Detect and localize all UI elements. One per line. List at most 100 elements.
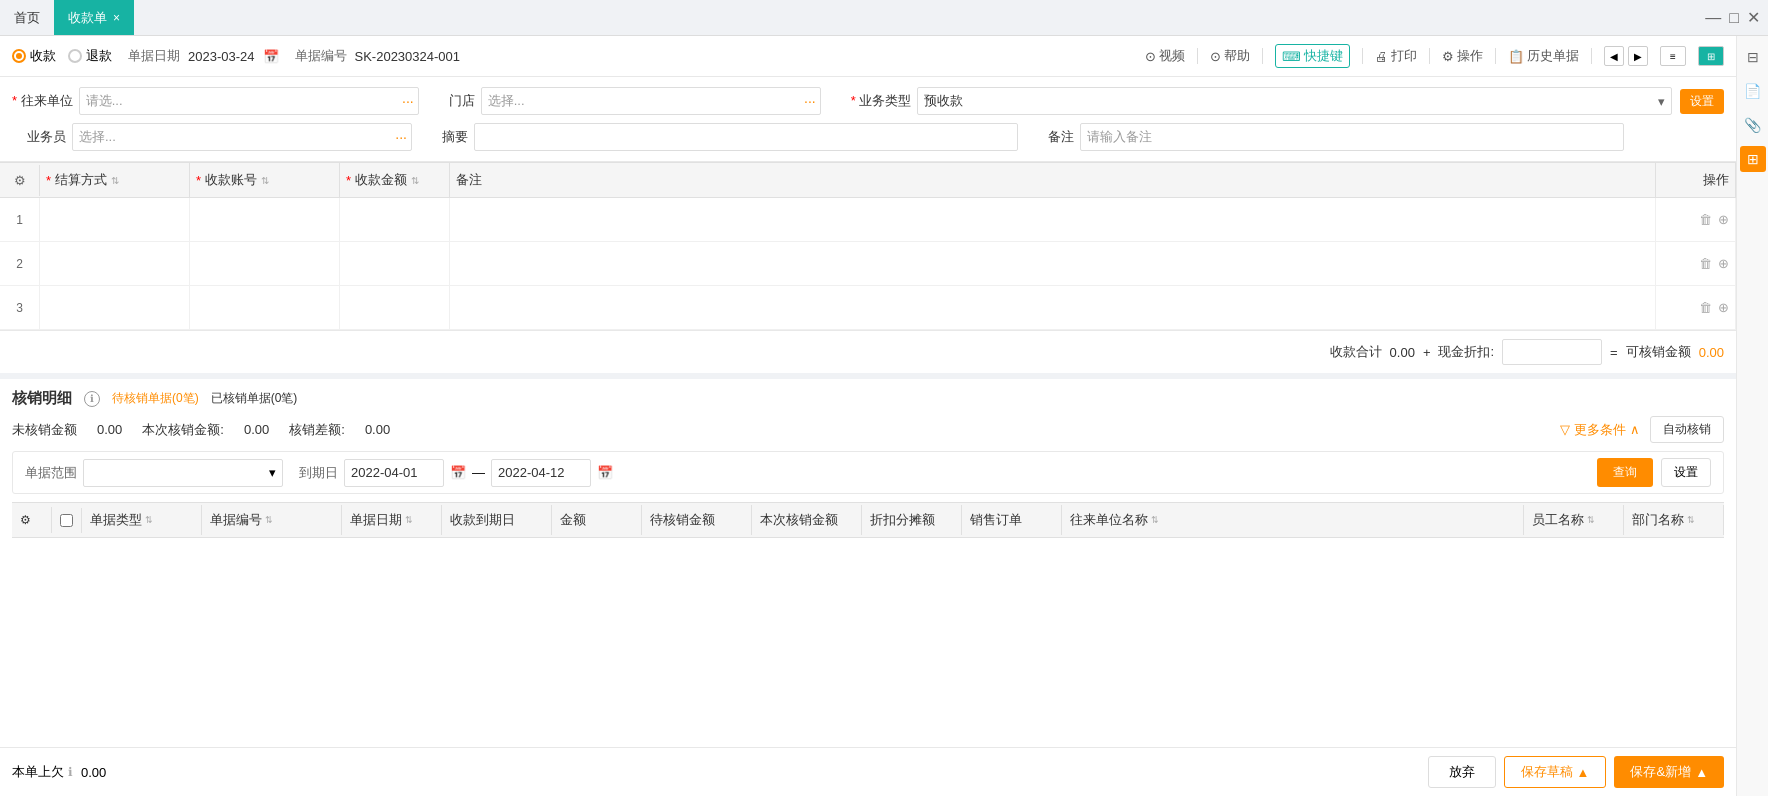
tab-home[interactable]: 首页 xyxy=(0,0,54,35)
maximize-button[interactable]: □ xyxy=(1729,9,1739,27)
divider-3 xyxy=(1362,48,1363,64)
current-verify-label: 本次核销金额: xyxy=(142,421,224,439)
per-bill-info-icon[interactable]: ℹ xyxy=(68,765,73,779)
range-dropdown-icon: ▾ xyxy=(269,465,276,480)
nav-prev-btn[interactable]: ◀ xyxy=(1604,46,1624,66)
print-btn[interactable]: 🖨 打印 xyxy=(1375,47,1417,65)
summary-input[interactable] xyxy=(474,123,1018,151)
sidebar-table-icon[interactable]: ⊟ xyxy=(1740,44,1766,70)
list-view-btn[interactable]: ≡ xyxy=(1660,46,1686,66)
verify-done-tab[interactable]: 已核销单据(0笔) xyxy=(211,390,298,407)
row-2-copy-icon[interactable]: ⊕ xyxy=(1718,256,1729,271)
table-settings-icon[interactable]: ⚙ xyxy=(0,165,40,196)
date-to-input[interactable]: 2022-04-12 xyxy=(491,459,591,487)
row-1-delete-icon[interactable]: 🗑 xyxy=(1699,212,1712,227)
bth-due-date: 收款到期日 xyxy=(442,505,552,535)
due-date-label: 到期日 xyxy=(299,464,338,482)
doc-num-value: SK-20230324-001 xyxy=(355,49,461,64)
form-settings-btn[interactable]: 设置 xyxy=(1680,89,1724,114)
doc-date-calendar-icon[interactable]: 📅 xyxy=(263,49,279,64)
save-new-btn[interactable]: 保存&新增 ▲ xyxy=(1614,756,1724,788)
tab-receipt-close[interactable]: × xyxy=(113,11,120,25)
bth-doc-date: 单据日期 ⇅ xyxy=(342,505,442,535)
bth-check[interactable] xyxy=(52,508,82,533)
sidebar-attach-icon[interactable]: 📎 xyxy=(1740,112,1766,138)
salesman-more-icon[interactable]: ··· xyxy=(395,129,407,145)
shortcut-label: 快捷键 xyxy=(1304,47,1343,65)
verify-pending-tab[interactable]: 待核销单据(0笔) xyxy=(112,390,199,407)
more-filters-btn[interactable]: ▽ 更多条件 ∧ xyxy=(1560,421,1640,439)
sort-doc-date-icon: ⇅ xyxy=(405,515,413,525)
row-3-copy-icon[interactable]: ⊕ xyxy=(1718,300,1729,315)
nav-next-btn[interactable]: ▶ xyxy=(1628,46,1648,66)
table-row: 3 🗑 ⊕ xyxy=(0,286,1736,330)
radio-refund[interactable]: 退款 xyxy=(68,47,112,65)
th-operation: 操作 xyxy=(1656,163,1736,197)
divider-2 xyxy=(1262,48,1263,64)
row-3-remark[interactable] xyxy=(450,286,1656,329)
verify-info-icon[interactable]: ℹ xyxy=(84,391,100,407)
print-icon: 🖨 xyxy=(1375,49,1388,64)
calendar-from-icon[interactable]: 📅 xyxy=(450,465,466,480)
salesman-input[interactable]: 选择... ··· xyxy=(72,123,412,151)
row-3-settle[interactable] xyxy=(40,286,190,329)
filter-icon: ▽ xyxy=(1560,422,1570,437)
operation-btn[interactable]: ⚙ 操作 xyxy=(1442,47,1483,65)
help-btn[interactable]: ⊙ 帮助 xyxy=(1210,47,1250,65)
row-3-delete-icon[interactable]: 🗑 xyxy=(1699,300,1712,315)
bth-settings[interactable]: ⚙ xyxy=(12,507,52,533)
save-dropdown-icon[interactable]: ▲ xyxy=(1695,765,1708,780)
sidebar-expand-icon[interactable]: ⊞ xyxy=(1740,146,1766,172)
discard-btn[interactable]: 放弃 xyxy=(1428,756,1496,788)
radio-receipt[interactable]: 收款 xyxy=(12,47,56,65)
salesman-placeholder: 选择... xyxy=(79,128,116,146)
table-row: 1 🗑 ⊕ xyxy=(0,198,1736,242)
row-3-account[interactable] xyxy=(190,286,340,329)
row-2-account[interactable] xyxy=(190,242,340,285)
row-1-account[interactable] xyxy=(190,198,340,241)
biz-type-label: 业务类型 xyxy=(821,92,918,110)
shortcut-btn[interactable]: ⌨ 快捷键 xyxy=(1275,44,1350,68)
calendar-to-icon[interactable]: 📅 xyxy=(597,465,613,480)
verify-stats-row: 未核销金额 0.00 本次核销金额: 0.00 核销差额: 0.00 ▽ 更多条… xyxy=(12,416,1724,443)
counterparty-input[interactable]: 请选... ··· xyxy=(79,87,419,115)
row-2-delete-icon[interactable]: 🗑 xyxy=(1699,256,1712,271)
tab-receipt[interactable]: 收款单 × xyxy=(54,0,134,35)
biz-type-input[interactable]: 预收款 ▾ xyxy=(917,87,1672,115)
note-placeholder: 请输入备注 xyxy=(1087,128,1152,146)
store-more-icon[interactable]: ··· xyxy=(804,93,816,109)
note-input[interactable]: 请输入备注 xyxy=(1080,123,1624,151)
video-btn[interactable]: ⊙ 视频 xyxy=(1145,47,1185,65)
history-btn[interactable]: 📋 历史单据 xyxy=(1508,47,1579,65)
row-1-remark[interactable] xyxy=(450,198,1656,241)
sum-row: 收款合计 0.00 + 现金折扣: = 可核销金额 0.00 xyxy=(0,330,1736,373)
sum-equal-sign: = xyxy=(1610,345,1618,360)
row-2-amount[interactable] xyxy=(340,242,450,285)
row-2-remark[interactable] xyxy=(450,242,1656,285)
close-button[interactable]: ✕ xyxy=(1747,8,1760,27)
minimize-button[interactable]: — xyxy=(1705,9,1721,27)
draft-dropdown-icon[interactable]: ▲ xyxy=(1577,765,1590,780)
query-btn[interactable]: 查询 xyxy=(1597,458,1653,487)
grid-view-btn[interactable]: ⊞ xyxy=(1698,46,1724,66)
row-1-copy-icon[interactable]: ⊕ xyxy=(1718,212,1729,227)
counterparty-placeholder: 请选... xyxy=(86,92,123,110)
receipt-table: ⚙ * 结算方式 ⇅ * 收款账号 ⇅ * 收款金额 ⇅ 备注 xyxy=(0,162,1736,330)
row-1-amount[interactable] xyxy=(340,198,450,241)
sidebar-doc-icon[interactable]: 📄 xyxy=(1740,78,1766,104)
row-3-amount[interactable] xyxy=(340,286,450,329)
range-select[interactable]: ▾ xyxy=(83,459,283,487)
sum-discount-input[interactable] xyxy=(1502,339,1602,365)
save-draft-btn[interactable]: 保存草稿 ▲ xyxy=(1504,756,1607,788)
bottom-table-header: ⚙ 单据类型 ⇅ 单据编号 ⇅ 单据日期 ⇅ xyxy=(12,502,1724,538)
select-all-checkbox[interactable] xyxy=(60,514,73,527)
row-1-settle[interactable] xyxy=(40,198,190,241)
search-settings-btn[interactable]: 设置 xyxy=(1661,458,1711,487)
per-bill-value: 0.00 xyxy=(81,765,106,780)
store-input[interactable]: 选择... ··· xyxy=(481,87,821,115)
row-2-settle[interactable] xyxy=(40,242,190,285)
row-3-num: 3 xyxy=(0,286,40,329)
counterparty-more-icon[interactable]: ··· xyxy=(402,93,414,109)
auto-verify-btn[interactable]: 自动核销 xyxy=(1650,416,1724,443)
date-from-input[interactable]: 2022-04-01 xyxy=(344,459,444,487)
